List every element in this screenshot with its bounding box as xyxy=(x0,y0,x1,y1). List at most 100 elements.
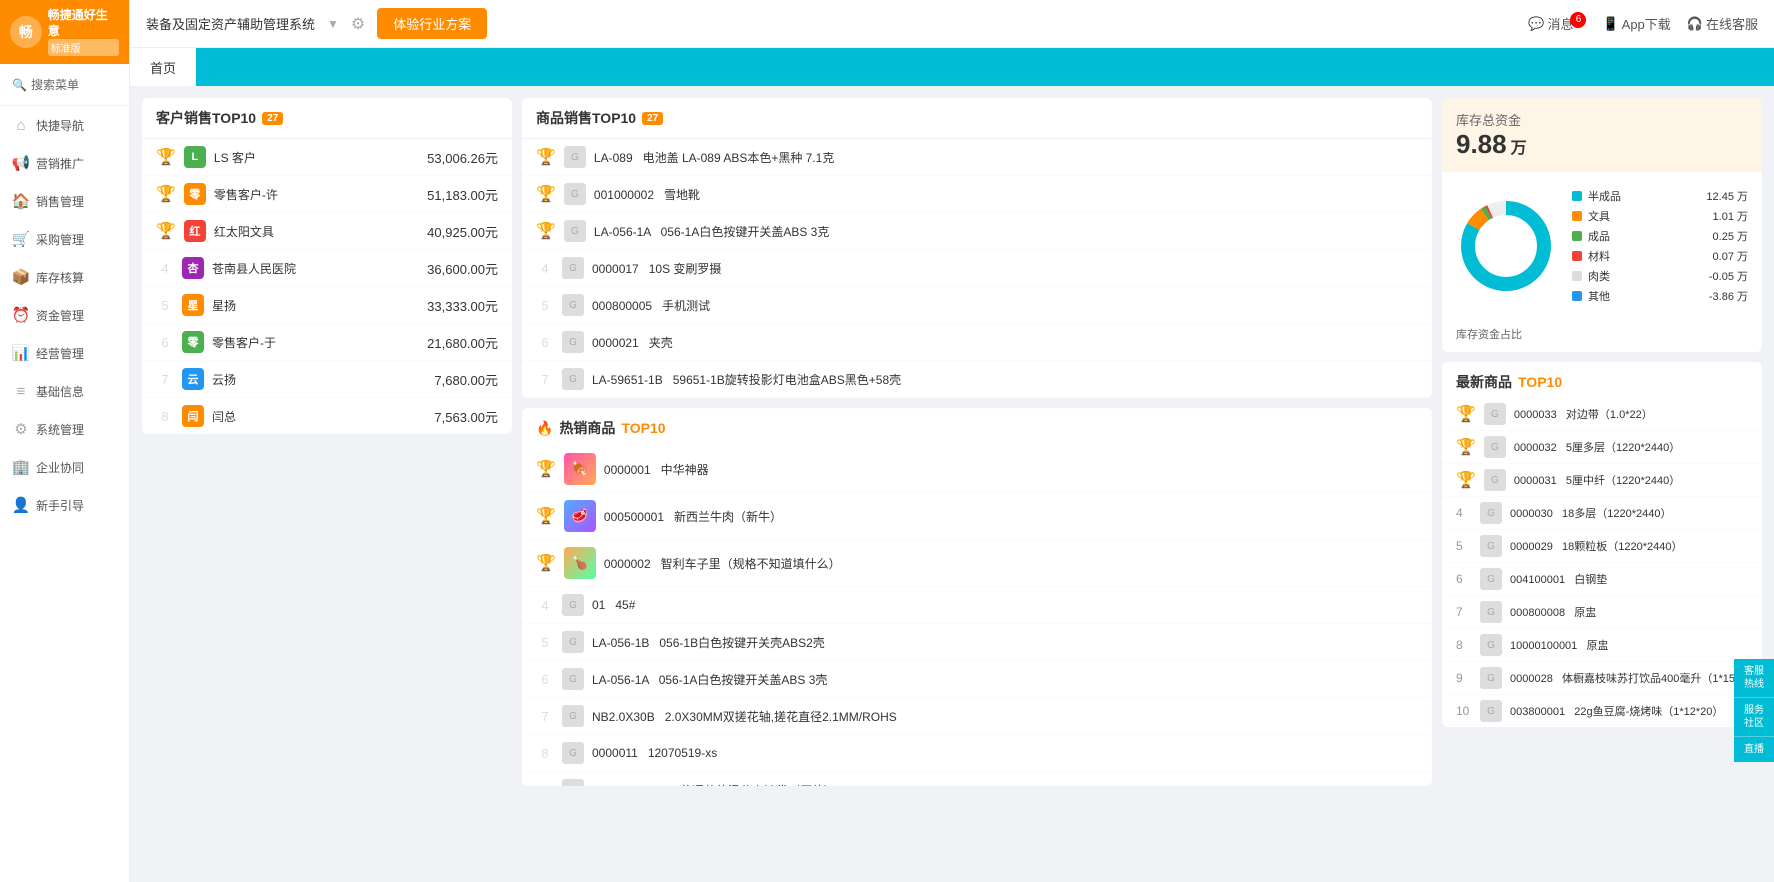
list-item: 8 闫 闫总 7,563.00元 xyxy=(142,398,512,434)
product-thumb: G xyxy=(1480,667,1502,689)
product-thumb: 🥩 xyxy=(564,500,596,532)
rank-number: 5 xyxy=(536,298,554,313)
settings-icon[interactable]: ⚙ xyxy=(351,14,365,34)
new-products-card: 最新商品 TOP10 🏆 G 0000033 对边带（1.0*22） 🏆 G 0… xyxy=(1442,362,1762,727)
company-icon: 🏢 xyxy=(12,458,30,476)
product-thumb: G xyxy=(1480,601,1502,623)
sidebar: 畅 畅捷通好生意 标准版 🔍 搜索菜单 ⌂ 快捷导航 📢 营销推广 🏠 销售管理… xyxy=(0,0,130,882)
legend-value: 12.45 万 xyxy=(1706,188,1748,204)
list-item: 9 G 0000028 体橱嘉枝味苏打饮品400毫升（1*15） xyxy=(1442,662,1762,695)
product-info: 0000030 18多层（1220*2440） xyxy=(1510,505,1671,521)
product-thumb: G xyxy=(562,257,584,279)
trophy-gold-icon: 🏆 xyxy=(156,147,176,167)
trophy-icon: 🏆 xyxy=(536,147,556,167)
trophy-icon: 🏆 xyxy=(1456,404,1476,424)
legend-value: -0.05 万 xyxy=(1709,268,1748,284)
legend-value: 0.25 万 xyxy=(1713,228,1748,244)
list-item: 🏆 🍖 0000001 中华神器 xyxy=(522,446,1432,493)
customer-top10-card: 客户销售TOP10 27 🏆 L LS 客户 53,006.26元 🏆 零 零售 xyxy=(142,98,512,434)
inventory-card: 库存总资金 9.88 万 xyxy=(1442,98,1762,352)
sidebar-item-operations[interactable]: 📊 经营管理 xyxy=(0,334,129,372)
search-menu-label: 搜索菜单 xyxy=(31,76,79,93)
operations-icon: 📊 xyxy=(12,344,30,362)
fire-icon: 🔥 xyxy=(536,420,553,437)
inventory-icon: 📦 xyxy=(12,268,30,286)
float-btn-live[interactable]: 直播 xyxy=(1734,737,1774,762)
product-info: LA-056-1A 056-1A白色按键开关盖ABS 3克 xyxy=(594,223,1418,240)
sidebar-nav: ⌂ 快捷导航 📢 营销推广 🏠 销售管理 🛒 采购管理 📦 库存核算 ⏰ 资金管… xyxy=(0,106,129,882)
sidebar-item-inventory[interactable]: 📦 库存核算 xyxy=(0,258,129,296)
sidebar-item-finance[interactable]: ⏰ 资金管理 xyxy=(0,296,129,334)
sidebar-item-quicknav[interactable]: ⌂ 快捷导航 xyxy=(0,106,129,144)
legend-value: 1.01 万 xyxy=(1713,208,1748,224)
trophy-icon: 🏆 xyxy=(536,184,556,204)
product-info: LA-056-1B 056-1B白色按键开关壳ABS2壳 xyxy=(592,634,1418,651)
rank-number: 6 xyxy=(1456,572,1472,586)
rank-number: 4 xyxy=(1456,506,1472,520)
customer-top10-badge: 27 xyxy=(262,112,283,125)
tab-home[interactable]: 首页 xyxy=(130,48,196,86)
app-download-item[interactable]: 📱 App下载 xyxy=(1602,14,1670,33)
list-item: 4 G 01 45# xyxy=(522,587,1432,624)
rank-number: 4 xyxy=(536,261,554,276)
sidebar-item-marketing[interactable]: 📢 营销推广 xyxy=(0,144,129,182)
rank-number: 4 xyxy=(536,598,554,613)
purchase-icon: 🛒 xyxy=(12,230,30,248)
list-item: 4 杏 苍南县人民医院 36,600.00元 xyxy=(142,250,512,287)
list-item: 🏆 G 0000031 5厘中纤（1220*2440） xyxy=(1442,464,1762,497)
product-thumb: G xyxy=(562,705,584,727)
product-thumb: G xyxy=(564,146,586,168)
product-info: LA-056-1A 056-1A白色按键开关盖ABS 3壳 xyxy=(592,671,1418,688)
customer-name: 苍南县人民医院 xyxy=(212,260,419,277)
product-sales-title: 商品销售TOP10 27 xyxy=(536,108,663,128)
legend-item: 肉类 -0.05 万 xyxy=(1572,266,1748,286)
mobile-icon: 📱 xyxy=(1602,16,1618,32)
left-column: 客户销售TOP10 27 🏆 L LS 客户 53,006.26元 🏆 零 零售 xyxy=(142,98,512,870)
product-sales-badge: 27 xyxy=(642,112,663,125)
trial-button[interactable]: 体验行业方案 xyxy=(377,8,487,39)
inventory-header: 库存总资金 9.88 万 xyxy=(1442,98,1762,172)
sidebar-item-system[interactable]: ⚙ 系统管理 xyxy=(0,410,129,448)
sidebar-item-company[interactable]: 🏢 企业协同 xyxy=(0,448,129,486)
list-item: 🏆 🥩 000500001 新西兰牛肉（新牛） xyxy=(522,493,1432,540)
customer-service-item[interactable]: 🎧 在线客服 xyxy=(1687,14,1758,33)
sidebar-item-guide[interactable]: 👤 新手引导 xyxy=(0,486,129,524)
sidebar-item-label: 新手引导 xyxy=(36,497,84,514)
sidebar-item-label: 经营管理 xyxy=(36,345,84,362)
float-btn-customer-service[interactable]: 客服热线 xyxy=(1734,659,1774,698)
list-item: 8 G 0000011 12070519-xs xyxy=(522,735,1432,772)
notification-item[interactable]: 💬 消息 6 xyxy=(1528,14,1586,33)
new-products-title: 最新商品 TOP10 xyxy=(1442,362,1762,398)
trophy-icon: 🏆 xyxy=(536,221,556,241)
list-item: 7 G NB2.0X30B 2.0X30MM双搓花轴,搓花直径2.1MM/ROH… xyxy=(522,698,1432,735)
logo-badge: 标准版 xyxy=(48,39,119,56)
dropdown-arrow-icon: ▼ xyxy=(327,17,339,31)
rank-number: 10 xyxy=(1456,704,1472,718)
product-info: 0000033 对边带（1.0*22） xyxy=(1514,406,1653,422)
logo-title: 畅捷通好生意 xyxy=(48,8,119,39)
product-info: KK-SD22110H 花语萌值温分离裤袋（厚款） xyxy=(592,782,1418,787)
list-item: 5 G 0000029 18颗粒板（1220*2440） xyxy=(1442,530,1762,563)
rank-number: 8 xyxy=(536,746,554,761)
sidebar-item-sales[interactable]: 🏠 销售管理 xyxy=(0,182,129,220)
inventory-chart-area: 半成品 12.45 万 文具 1.01 万 成品 0.25 万 xyxy=(1442,172,1762,320)
sidebar-item-basic[interactable]: ≡ 基础信息 xyxy=(0,372,129,410)
topbar-right: 💬 消息 6 📱 App下载 🎧 在线客服 xyxy=(1528,14,1758,33)
sidebar-item-purchase[interactable]: 🛒 采购管理 xyxy=(0,220,129,258)
float-btn-community[interactable]: 服务社区 xyxy=(1734,698,1774,737)
trophy-silver-icon: 🏆 xyxy=(156,184,176,204)
content-area: 客户销售TOP10 27 🏆 L LS 客户 53,006.26元 🏆 零 零售 xyxy=(130,86,1774,882)
product-info: 0000001 中华神器 xyxy=(604,461,1418,478)
legend-color xyxy=(1572,211,1582,221)
sidebar-search-area[interactable]: 🔍 搜索菜单 xyxy=(0,64,129,106)
list-item: 7 G LA-59651-1B 59651-1B旋转投影灯电池盒ABS黑色+58… xyxy=(522,361,1432,398)
customer-name: 星扬 xyxy=(212,297,419,314)
product-thumb: G xyxy=(562,368,584,390)
product-info: 000500001 新西兰牛肉（新牛） xyxy=(604,508,1418,525)
float-btn-label: 直播 xyxy=(1744,744,1764,755)
rank-number: 7 xyxy=(536,372,554,387)
search-menu-button[interactable]: 🔍 搜索菜单 xyxy=(8,72,121,97)
donut-svg xyxy=(1456,196,1556,296)
rank-number: 7 xyxy=(536,709,554,724)
product-info: 0000017 10S 变刷罗摄 xyxy=(592,260,1418,277)
